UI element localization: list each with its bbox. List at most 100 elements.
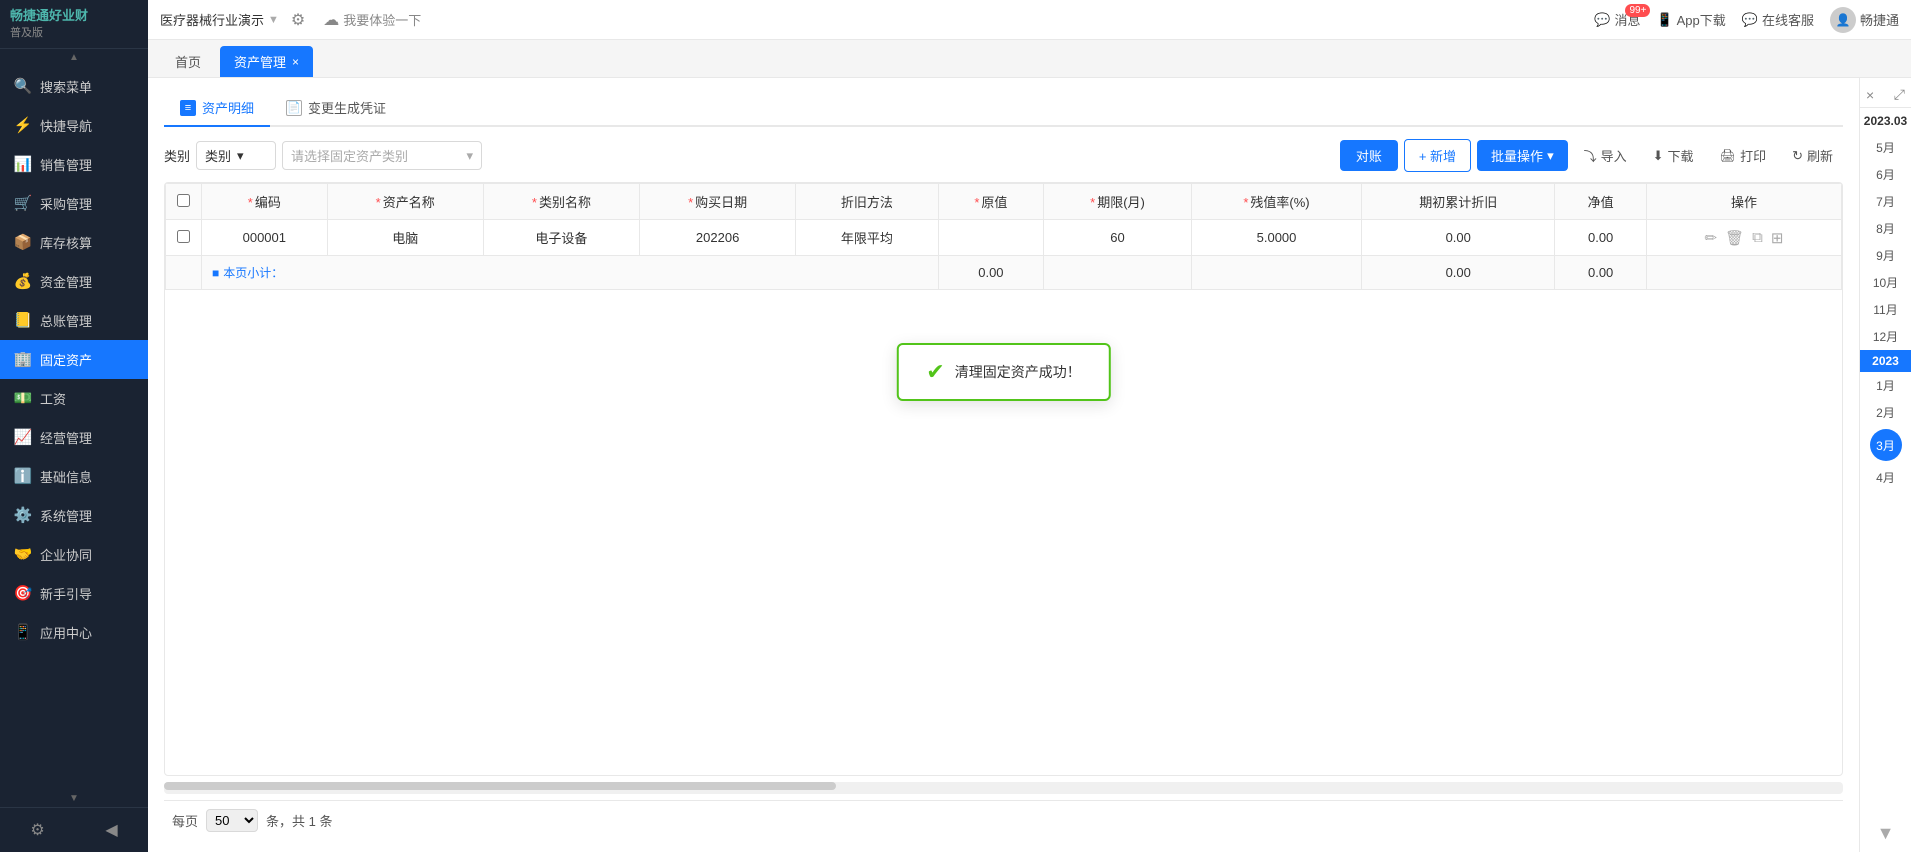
sidebar-scroll-up-icon[interactable]: ▲ [69,52,79,63]
header-code: *编码 [202,184,328,220]
panel-month-6[interactable]: 6月 [1860,161,1911,188]
main-content-wrapper: ≡ 资产明细 📄 变更生成凭证 类别 类别 ▾ [148,78,1911,852]
row-checkbox-cell [166,220,202,256]
sidebar-item-quick-nav[interactable]: ⚡ 快捷导航 [0,106,148,145]
sidebar-item-inventory[interactable]: 📦 库存核算 [0,223,148,262]
tab-active-label: 资产管理 [234,52,286,71]
sidebar-item-label: 库存核算 [40,233,92,252]
panel-month-7[interactable]: 7月 [1860,188,1911,215]
per-page-select[interactable]: 50 10 20 100 [206,809,258,832]
right-panel: × ⤢ 2023.03 5月 6月 7月 8月 9月 10月 11月 12月 2… [1859,78,1911,852]
company-selector[interactable]: 医疗器械行业演示 ▼ [160,10,279,29]
panel-month-9[interactable]: 9月 [1860,242,1911,269]
panel-month-1[interactable]: 1月 [1860,372,1911,399]
sidebar-item-basic-info[interactable]: ℹ️ 基础信息 [0,457,148,496]
tab-close-icon[interactable]: × [292,55,299,69]
sidebar-item-system[interactable]: ⚙️ 系统管理 [0,496,148,535]
refresh-button[interactable]: ↻ 刷新 [1782,140,1843,171]
company-name: 医疗器械行业演示 [160,10,264,29]
apps-icon: 📱 [14,623,32,641]
row-checkbox[interactable] [177,230,190,243]
sidebar-item-fixed-assets[interactable]: 🏢 固定资产 [0,340,148,379]
table-header-row: *编码 *资产名称 *类别名称 *购买日期 折旧方法 *原值 *期限(月) *残… [166,184,1842,220]
select-all-checkbox[interactable] [177,194,190,207]
add-button[interactable]: + 新增 [1404,139,1471,172]
toast-icon: ✔ [926,359,944,385]
user-menu-button[interactable]: 👤 畅捷通 [1830,7,1899,33]
reconcile-button[interactable]: 对账 [1340,140,1398,171]
panel-month-8[interactable]: 8月 [1860,215,1911,242]
avatar: 👤 [1830,7,1856,33]
topbar: 医疗器械行业演示 ▼ ⚙ ☁ 我要体验一下 💬 消息 99+ 📱 App下载 💬… [148,0,1911,40]
tab-home[interactable]: 首页 [160,45,216,77]
panel-close-icon[interactable]: × [1866,87,1874,103]
topbar-right: 💬 消息 99+ 📱 App下载 💬 在线客服 👤 畅捷通 [1594,7,1899,33]
sidebar-item-ledger[interactable]: 📒 总账管理 [0,301,148,340]
subtab-asset-detail[interactable]: ≡ 资产明细 [164,90,270,127]
experience-icon: ☁ [323,10,339,30]
panel-expand-icon[interactable]: ⤢ [1894,86,1905,103]
sidebar-item-cooperation[interactable]: 🤝 企业协同 [0,535,148,574]
batch-button[interactable]: 批量操作 ▾ [1477,140,1568,171]
settings-button[interactable]: ⚙ [22,816,52,844]
panel-month-11[interactable]: 11月 [1860,296,1911,323]
subtotal-empty-checkbox [166,256,202,290]
message-button[interactable]: 💬 消息 99+ [1594,10,1640,29]
asset-category-placeholder: 请选择固定资产类别 [291,146,408,165]
experience-label: 我要体验一下 [343,10,421,29]
asset-category-select[interactable]: 请选择固定资产类别 ▾ [282,141,482,170]
service-label: 在线客服 [1762,10,1814,29]
success-toast: ✔ 清理固定资产成功！ [896,343,1110,401]
subtotal-period-empty [1044,256,1192,290]
row-original-value [938,220,1043,256]
panel-collapse-icon[interactable]: ▼ [1869,815,1903,852]
sidebar-item-operation[interactable]: 📈 经营管理 [0,418,148,457]
row-category: 电子设备 [483,220,639,256]
sidebar-item-payroll[interactable]: 💵 工资 [0,379,148,418]
header-actions: 操作 [1647,184,1842,220]
panel-month-2[interactable]: 2月 [1860,399,1911,426]
subtabs: ≡ 资产明细 📄 变更生成凭证 [164,90,1843,127]
sidebar-item-sales[interactable]: 📊 销售管理 [0,145,148,184]
header-name: *资产名称 [327,184,483,220]
collapse-sidebar-button[interactable]: ◀ [97,816,125,844]
app-icon: 📱 [1656,12,1672,28]
sidebar-item-apps[interactable]: 📱 应用中心 [0,613,148,652]
print-button[interactable]: 🖨 打印 [1710,140,1777,171]
panel-month-5[interactable]: 5月 [1860,134,1911,161]
subtotal-initial-depreciation: 0.00 [1362,256,1555,290]
copy-icon[interactable]: ⧉ [1752,229,1763,246]
delete-icon[interactable]: 🗑 [1725,229,1744,247]
panel-month-10[interactable]: 10月 [1860,269,1911,296]
panel-month-4[interactable]: 4月 [1860,464,1911,491]
sidebar-item-search[interactable]: 🔍 搜索菜单 [0,67,148,106]
operation-icon: 📈 [14,428,32,446]
import-button[interactable]: ⤵ 导入 [1574,140,1637,171]
app-download-button[interactable]: 📱 App下载 [1656,10,1725,29]
tab-asset-management[interactable]: 资产管理 × [220,46,313,77]
download-label: 下载 [1668,146,1694,165]
more-icon[interactable]: ⊞ [1771,229,1784,247]
sidebar-item-guide[interactable]: 🎯 新手引导 [0,574,148,613]
experience-button[interactable]: ☁ 我要体验一下 [323,10,421,30]
row-purchase-date: 202206 [640,220,796,256]
panel-month-3-current[interactable]: 3月 [1870,429,1902,461]
panel-year-2023[interactable]: 2023 [1860,350,1911,372]
online-service-button[interactable]: 💬 在线客服 [1742,10,1814,29]
sidebar-item-purchase[interactable]: 🛒 采购管理 [0,184,148,223]
subtotal-icon: ■ [212,266,219,280]
subtab-change-voucher[interactable]: 📄 变更生成凭证 [270,90,402,127]
panel-month-12[interactable]: 12月 [1860,323,1911,350]
tabbar: 首页 资产管理 × [148,40,1911,78]
edit-icon[interactable]: ✏ [1705,229,1718,247]
category-filter-select[interactable]: 类别 ▾ [196,141,276,170]
service-icon: 💬 [1742,12,1758,28]
sidebar-item-funds[interactable]: 💰 资金管理 [0,262,148,301]
sidebar-scroll-down-icon[interactable]: ▼ [69,793,79,804]
panel-year: 2023.03 [1860,108,1911,134]
row-initial-depreciation: 0.00 [1362,220,1555,256]
download-button[interactable]: ⬇ 下载 [1643,140,1704,171]
subtotal-net-value: 0.00 [1555,256,1647,290]
horizontal-scrollbar[interactable] [164,782,1843,794]
settings-gear-icon[interactable]: ⚙ [291,10,305,30]
